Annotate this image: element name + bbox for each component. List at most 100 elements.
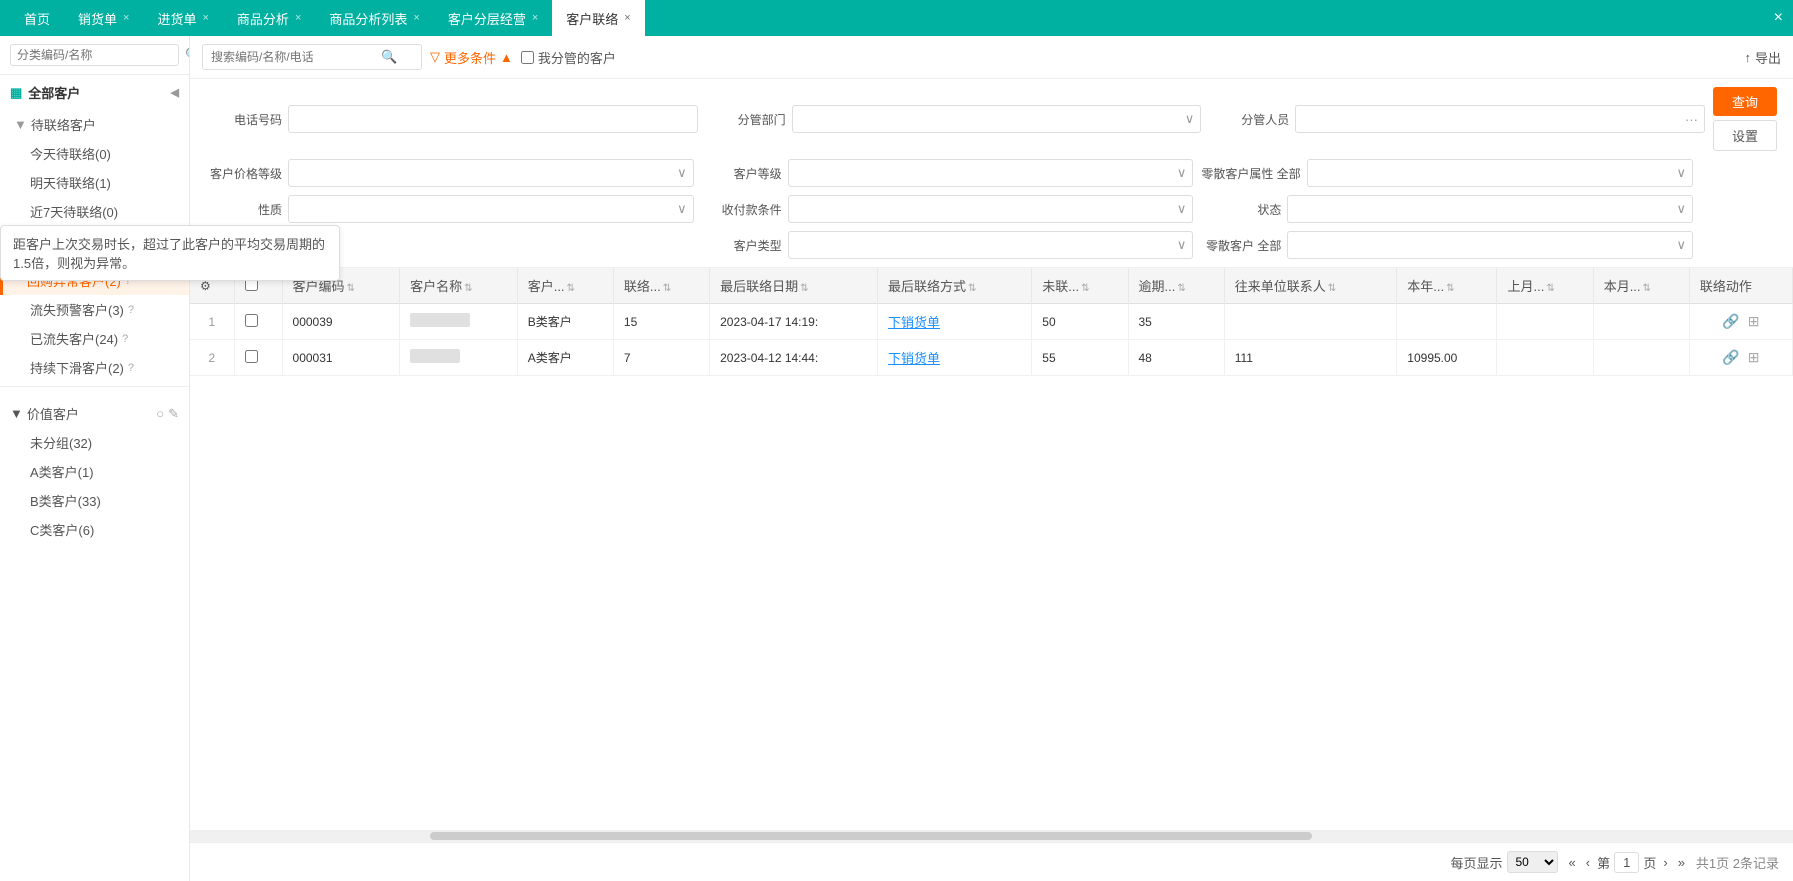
- sidebar-item-churn-warning[interactable]: 流失预警客户(3) ?: [0, 295, 189, 324]
- close-customer-contact-tab[interactable]: ×: [624, 12, 630, 24]
- select-nature[interactable]: ∨: [288, 195, 694, 223]
- select-price-grade[interactable]: ∨: [288, 159, 694, 187]
- total-records-info: 共1页 2条记录: [1696, 853, 1779, 872]
- label-retail-attr: 零散客户属性 全部: [1201, 165, 1300, 182]
- row-num-1: 1: [190, 304, 234, 340]
- row-checkbox-1[interactable]: [245, 314, 258, 327]
- export-button[interactable]: ↑ 导出: [1744, 48, 1781, 67]
- more-conditions-btn[interactable]: ▽ 更多条件 ▲: [430, 48, 513, 67]
- method-link-1[interactable]: 下销货单: [888, 315, 940, 330]
- data-table-area: ⚙ 客户编码⇅ 客户名称⇅ 客户...⇅ 联络...⇅ 最后联络日期⇅ 最后联络…: [190, 268, 1793, 830]
- select-retail-attr[interactable]: ∨: [1307, 159, 1693, 187]
- filter-customer-type: 客户类型 ∨: [702, 231, 1194, 259]
- circle-icon[interactable]: ○: [156, 406, 164, 422]
- setting-button[interactable]: 设置: [1713, 120, 1777, 151]
- value-customers-header[interactable]: ▼ 价值客户 ○ ✎: [0, 399, 189, 428]
- nav-product-analysis-list[interactable]: 商品分析列表 ×: [315, 0, 433, 36]
- first-page-btn[interactable]: «: [1566, 855, 1579, 870]
- row-overdue-2: 48: [1128, 340, 1224, 376]
- row-name-2: [400, 340, 518, 376]
- name-blur-1: [410, 313, 470, 327]
- main-search-icon[interactable]: 🔍: [381, 49, 397, 65]
- info-icon-churn-warning: ?: [128, 304, 134, 316]
- nav-sales[interactable]: 销货单 ×: [64, 0, 143, 36]
- my-customers-checkbox[interactable]: [521, 51, 534, 64]
- select-payment[interactable]: ∨: [788, 195, 1194, 223]
- sort-type[interactable]: ⇅: [567, 283, 575, 294]
- next-page-btn[interactable]: ›: [1660, 855, 1670, 870]
- edit-icon[interactable]: ✎: [168, 406, 179, 422]
- close-product-analysis-tab[interactable]: ×: [295, 12, 301, 24]
- scroll-thumb[interactable]: [430, 832, 1312, 840]
- label-phone: 电话号码: [202, 111, 282, 128]
- sidebar-item-declining[interactable]: 持续下滑客户(2) ?: [0, 353, 189, 382]
- sidebar-search-input[interactable]: [10, 44, 179, 66]
- main-search-input[interactable]: [211, 50, 381, 64]
- sort-name[interactable]: ⇅: [464, 283, 472, 294]
- window-close-button[interactable]: ×: [1774, 9, 1783, 27]
- filter-price-grade: 客户价格等级 ∨: [202, 159, 694, 187]
- select-status[interactable]: ∨: [1287, 195, 1693, 223]
- my-customers-checkbox-area: 我分管的客户: [521, 48, 616, 67]
- sort-last-month[interactable]: ⇅: [1546, 283, 1554, 294]
- link-icon-1[interactable]: 🔗: [1722, 313, 1739, 330]
- nav-customer-stratification[interactable]: 客户分层经营 ×: [434, 0, 552, 36]
- select-customer-type[interactable]: ∨: [788, 231, 1194, 259]
- sort-this-month[interactable]: ⇅: [1643, 283, 1651, 294]
- select-dept[interactable]: ∨: [792, 105, 1202, 133]
- pending-contact-group-title[interactable]: ▼ 待联络客户: [0, 110, 189, 139]
- sort-contact[interactable]: ⇅: [663, 283, 671, 294]
- label-customer-grade: 客户等级: [702, 165, 782, 182]
- sidebar-item-class-a[interactable]: A类客户(1): [0, 457, 189, 486]
- grid-icon-2[interactable]: ⊞: [1748, 349, 1760, 366]
- select-customer-grade[interactable]: ∨: [788, 159, 1194, 187]
- last-page-btn[interactable]: »: [1675, 855, 1688, 870]
- th-this-month: 本月...⇅: [1593, 268, 1689, 304]
- sidebar-item-class-c[interactable]: C类客户(6): [0, 515, 189, 544]
- nav-purchase[interactable]: 进货单 ×: [143, 0, 222, 36]
- sidebar-item-7days[interactable]: 近7天待联络(0): [0, 197, 189, 226]
- row-date-2: 2023-04-12 14:44:: [710, 340, 878, 376]
- select-retail-customer[interactable]: ∨: [1287, 231, 1693, 259]
- th-type: 客户...⇅: [517, 268, 613, 304]
- row-checkbox-2[interactable]: [245, 350, 258, 363]
- sidebar-item-ungrouped[interactable]: 未分组(32): [0, 428, 189, 457]
- query-button[interactable]: 查询: [1713, 87, 1777, 116]
- sidebar-item-churned[interactable]: 已流失客户(24) ?: [0, 324, 189, 353]
- select-person[interactable]: ···: [1295, 105, 1705, 133]
- sort-this-year[interactable]: ⇅: [1446, 283, 1454, 294]
- link-icon-2[interactable]: 🔗: [1722, 349, 1739, 366]
- sidebar-item-class-b[interactable]: B类客户(33): [0, 486, 189, 515]
- sidebar-item-today[interactable]: 今天待联络(0): [0, 139, 189, 168]
- sort-overdue[interactable]: ⇅: [1177, 283, 1185, 294]
- close-customer-stratification-tab[interactable]: ×: [532, 12, 538, 24]
- sidebar: 🔍 ▦ 全部客户 ◀ ▼ 待联络客户 今天待联络(0) 明天待联络(1) 近7天…: [0, 36, 190, 881]
- sort-last-date[interactable]: ⇅: [800, 283, 808, 294]
- close-product-analysis-list-tab[interactable]: ×: [413, 12, 419, 24]
- sort-code[interactable]: ⇅: [347, 283, 355, 294]
- filter-retail-attr: 零散客户属性 全部 ∨: [1201, 159, 1693, 187]
- row-unlinked-1: 50: [1032, 304, 1128, 340]
- horizontal-scrollbar[interactable]: [190, 830, 1793, 842]
- prev-page-btn[interactable]: ‹: [1583, 855, 1593, 870]
- grid-icon-1[interactable]: ⊞: [1748, 313, 1760, 330]
- select-phone[interactable]: [288, 105, 698, 133]
- filter-retail-customer: 零散客户 全部 ∨: [1201, 231, 1693, 259]
- close-purchase-tab[interactable]: ×: [202, 12, 208, 24]
- sort-unlinked[interactable]: ⇅: [1081, 283, 1089, 294]
- nav-customer-contact[interactable]: 客户联络 ×: [552, 0, 644, 36]
- row-contact-person-1: [1224, 304, 1397, 340]
- nav-home[interactable]: 首页: [10, 0, 64, 36]
- pagination-bar: 每页显示 50 20 100 « ‹ 第 1 页 › » 共1页 2条记录: [190, 842, 1793, 881]
- row-last-month-1: [1497, 304, 1593, 340]
- label-customer-type: 客户类型: [702, 237, 782, 254]
- sidebar-item-tomorrow[interactable]: 明天待联络(1): [0, 168, 189, 197]
- per-page-select[interactable]: 50 20 100: [1507, 851, 1558, 873]
- method-link-2[interactable]: 下销货单: [888, 351, 940, 366]
- sidebar-collapse-btn[interactable]: ◀: [171, 86, 179, 99]
- sort-last-method[interactable]: ⇅: [968, 283, 976, 294]
- per-page-area: 每页显示 50 20 100: [1450, 851, 1557, 873]
- close-sales-tab[interactable]: ×: [123, 12, 129, 24]
- sort-contact-person[interactable]: ⇅: [1328, 283, 1336, 294]
- nav-product-analysis[interactable]: 商品分析 ×: [223, 0, 315, 36]
